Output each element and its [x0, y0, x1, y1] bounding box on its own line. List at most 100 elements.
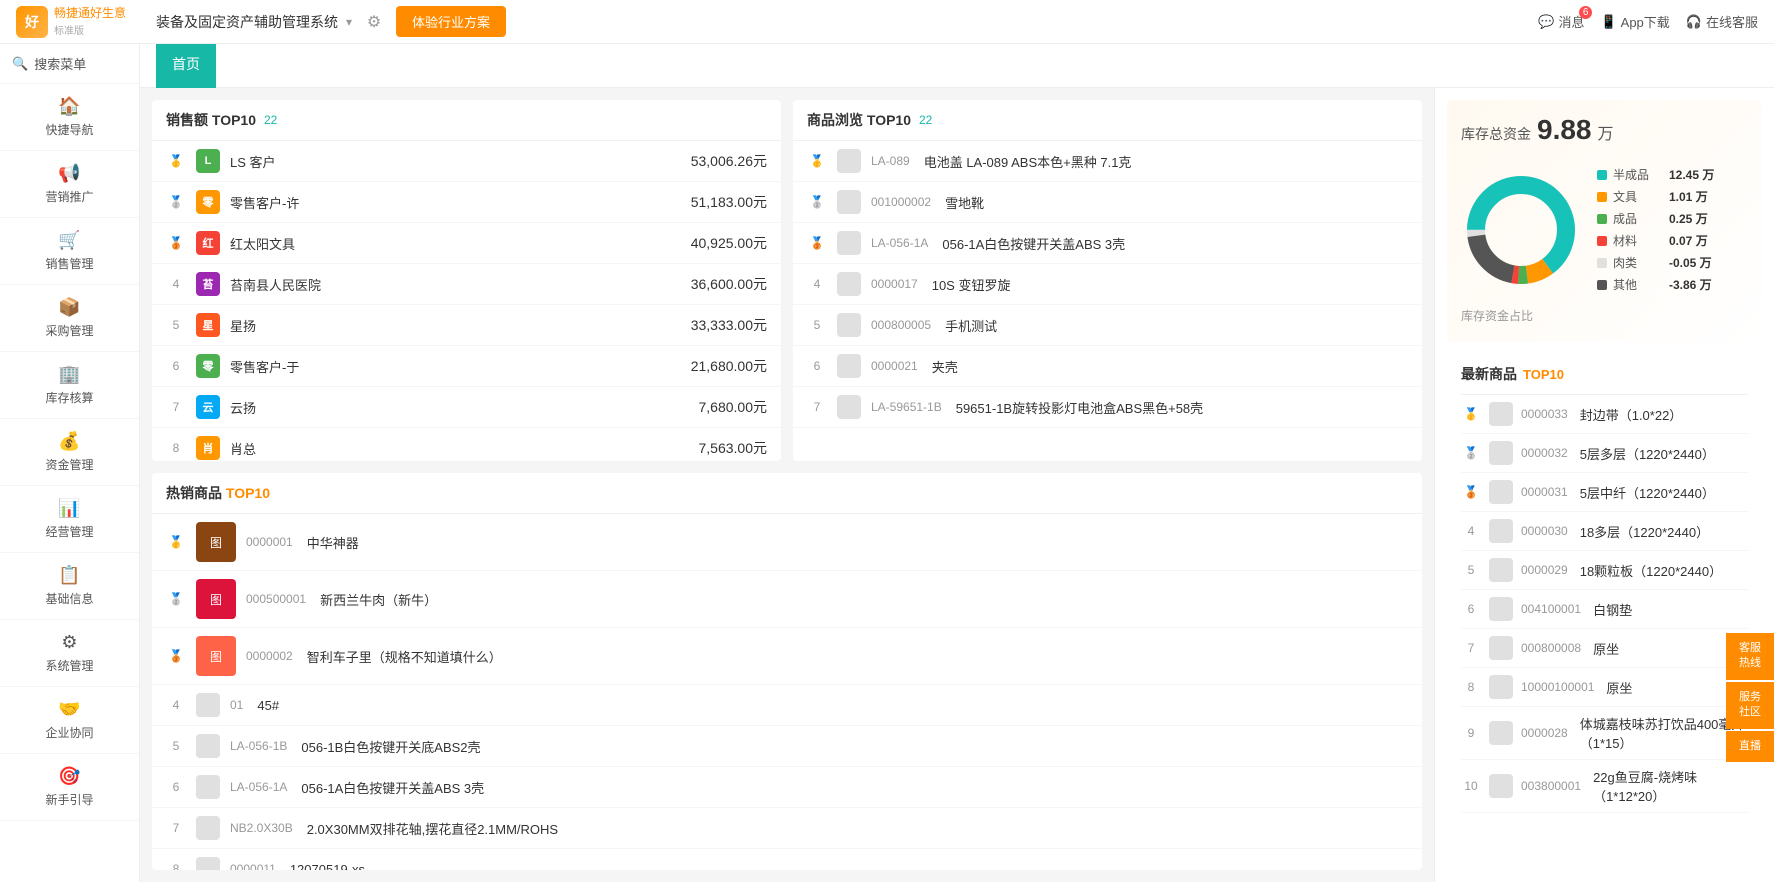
settings-button[interactable]: ⚙: [360, 8, 388, 36]
search-icon: 🔍: [12, 56, 28, 72]
table-row: 7 NB2.0X30B 2.0X30MM双排花轴,摆花直径2.1MM/ROHS: [152, 808, 1422, 849]
inventory-icon: 🏢: [58, 364, 80, 385]
product-name: 10S 变钮罗旋: [932, 275, 1408, 294]
product-thumb: [196, 734, 220, 758]
legend-value: 0.07 万: [1669, 232, 1708, 249]
product-name: 电池盖 LA-089 ABS本色+黑种 7.1克: [924, 152, 1408, 171]
search-menu[interactable]: 🔍 搜索菜单: [0, 44, 139, 84]
rank-badge: 7: [1461, 641, 1481, 655]
hot-products-header: 热销商品 TOP10: [152, 473, 1422, 514]
sidebar-label: 快捷导航: [45, 121, 93, 138]
np-row: 🥇 0000033 封边带（1.0*22）: [1461, 395, 1748, 434]
legend-label: 成品: [1613, 210, 1663, 227]
product-image: 图: [196, 636, 236, 676]
np-row: 4 0000030 18多层（1220*2440）: [1461, 512, 1748, 551]
customer-service-button[interactable]: 客服 热线: [1726, 633, 1774, 680]
product-name: 2.0X30MM双排花轴,摆花直径2.1MM/ROHS: [307, 819, 1408, 838]
service-community-button[interactable]: 服务 社区: [1726, 682, 1774, 729]
sidebar-label: 库存核算: [45, 389, 93, 406]
table-row: 🥉 红 红太阳文具 40,925.00元: [152, 223, 781, 264]
product-thumb: [196, 693, 220, 717]
product-code: 003800001: [1521, 779, 1581, 793]
product-name: 18多层（1220*2440）: [1580, 522, 1748, 541]
main-layout: 🔍 搜索菜单 🏠 快捷导航 📢 营销推广 🛒 销售管理 📦 采购管理 🏢 库存核…: [0, 44, 1774, 882]
np-row: 7 000800008 原坐: [1461, 629, 1748, 668]
product-thumb: [837, 149, 861, 173]
legend-item: 肉类 -0.05 万: [1597, 254, 1714, 271]
rank-badge: 4: [807, 277, 827, 291]
product-code: LA-056-1A: [230, 780, 287, 794]
new-products-card: 最新商品 TOP10 🥇 0000033 封边带（1.0*22） 🥈: [1447, 354, 1762, 827]
amount: 7,680.00元: [699, 397, 768, 417]
stock-label: 库存总资金: [1461, 124, 1531, 144]
legend-label: 半成品: [1613, 166, 1663, 183]
customer-name: 星扬: [230, 316, 681, 335]
product-name: 5层中纤（1220*2440）: [1580, 483, 1748, 502]
live-stream-button[interactable]: 直播: [1726, 731, 1774, 762]
sidebar-item-inventory[interactable]: 🏢 库存核算: [0, 352, 139, 419]
product-code: LA-056-1B: [230, 739, 287, 753]
product-thumb: [1489, 480, 1513, 504]
product-thumb: [837, 190, 861, 214]
app-download-action[interactable]: 📱 App下载: [1600, 12, 1669, 31]
sidebar-item-finance[interactable]: 💰 资金管理: [0, 419, 139, 486]
rank-badge: 🥈: [166, 195, 186, 209]
np-row: 10 003800001 22g鱼豆腐-烧烤味（1*12*20）: [1461, 760, 1748, 813]
amount: 36,600.00元: [691, 274, 767, 294]
product-thumb: [837, 231, 861, 255]
rank-badge: 7: [166, 400, 186, 414]
sidebar-item-purchase[interactable]: 📦 采购管理: [0, 285, 139, 352]
sidebar-item-guide[interactable]: 🎯 新手引导: [0, 754, 139, 821]
legend-label: 其他: [1613, 276, 1663, 293]
sidebar-item-system[interactable]: ⚙ 系统管理: [0, 620, 139, 687]
legend-value: -0.05 万: [1669, 254, 1712, 271]
sidebar-item-enterprise[interactable]: 🤝 企业协同: [0, 687, 139, 754]
sidebar-item-sales[interactable]: 🛒 销售管理: [0, 218, 139, 285]
message-badge: 6: [1579, 6, 1593, 19]
donut-chart: [1461, 170, 1581, 290]
product-code: 0000031: [1521, 485, 1568, 499]
message-icon: 💬: [1538, 14, 1554, 30]
table-row: 7 云 云扬 7,680.00元: [152, 387, 781, 428]
product-code: LA-089: [871, 154, 910, 168]
sales-icon: 🛒: [58, 230, 80, 251]
rank-badge: 🥈: [807, 195, 827, 209]
table-row: 8 肖 肖总 7,563.00元: [152, 428, 781, 461]
sidebar-item-marketing[interactable]: 📢 营销推广: [0, 151, 139, 218]
rank-badge: 5: [807, 318, 827, 332]
product-code: LA-056-1A: [871, 236, 928, 250]
product-code: 000800005: [871, 318, 931, 332]
sidebar-label: 销售管理: [45, 255, 93, 272]
table-row: 5 星 星扬 33,333.00元: [152, 305, 781, 346]
table-row: 6 0000021 夹壳: [793, 346, 1422, 387]
stock-legend: 半成品 12.45 万 文具 1.01 万 成品 0: [1597, 166, 1714, 293]
rank-badge: 6: [1461, 602, 1481, 616]
online-service-action[interactable]: 🎧 在线客服: [1686, 12, 1758, 31]
amount: 40,925.00元: [691, 233, 767, 253]
tab-home[interactable]: 首页: [156, 44, 216, 88]
table-row: 7 LA-59651-1B 59651-1B旋转投影灯电池盒ABS黑色+58壳: [793, 387, 1422, 428]
logo-icon: 好: [16, 6, 48, 38]
rank-badge: 9: [1461, 726, 1481, 740]
sidebar-item-quick-nav[interactable]: 🏠 快捷导航: [0, 84, 139, 151]
avatar: 红: [196, 231, 220, 255]
np-row: 🥈 0000032 5层多层（1220*2440）: [1461, 434, 1748, 473]
logo-area: 好 畅捷通好生意 标准版: [16, 6, 156, 38]
message-action[interactable]: 💬 消息 6: [1538, 12, 1584, 31]
table-row: 🥉 图 0000002 智利车子里（规格不知道填什么）: [152, 628, 1422, 685]
logo-text: 畅捷通好生意: [54, 6, 126, 22]
top-viewed-card: 商品浏览 TOP10 22 🥇 LA-089 电池盖 LA-089 ABS本色+…: [793, 100, 1422, 461]
sidebar-item-basic-info[interactable]: 📋 基础信息: [0, 553, 139, 620]
product-name: 中华神器: [307, 533, 1408, 552]
dropdown-arrow-icon[interactable]: ▾: [346, 15, 352, 29]
np-row: 9 0000028 体城嘉枝味苏打饮品400毫升（1*15）: [1461, 707, 1748, 760]
sidebar-item-operations[interactable]: 📊 经营管理: [0, 486, 139, 553]
trial-button[interactable]: 体验行业方案: [396, 6, 506, 37]
table-row: 🥈 零 零售客户-许 51,183.00元: [152, 182, 781, 223]
rank-badge: 🥉: [166, 649, 186, 663]
product-code: 0000033: [1521, 407, 1568, 421]
mobile-icon: 📱: [1600, 14, 1616, 30]
table-row: 🥈 001000002 雪地靴: [793, 182, 1422, 223]
rank-badge: 6: [166, 359, 186, 373]
top-customers-list: 🥇 L LS 客户 53,006.26元 🥈 零 零售客户-许 51,183.0…: [152, 141, 781, 461]
